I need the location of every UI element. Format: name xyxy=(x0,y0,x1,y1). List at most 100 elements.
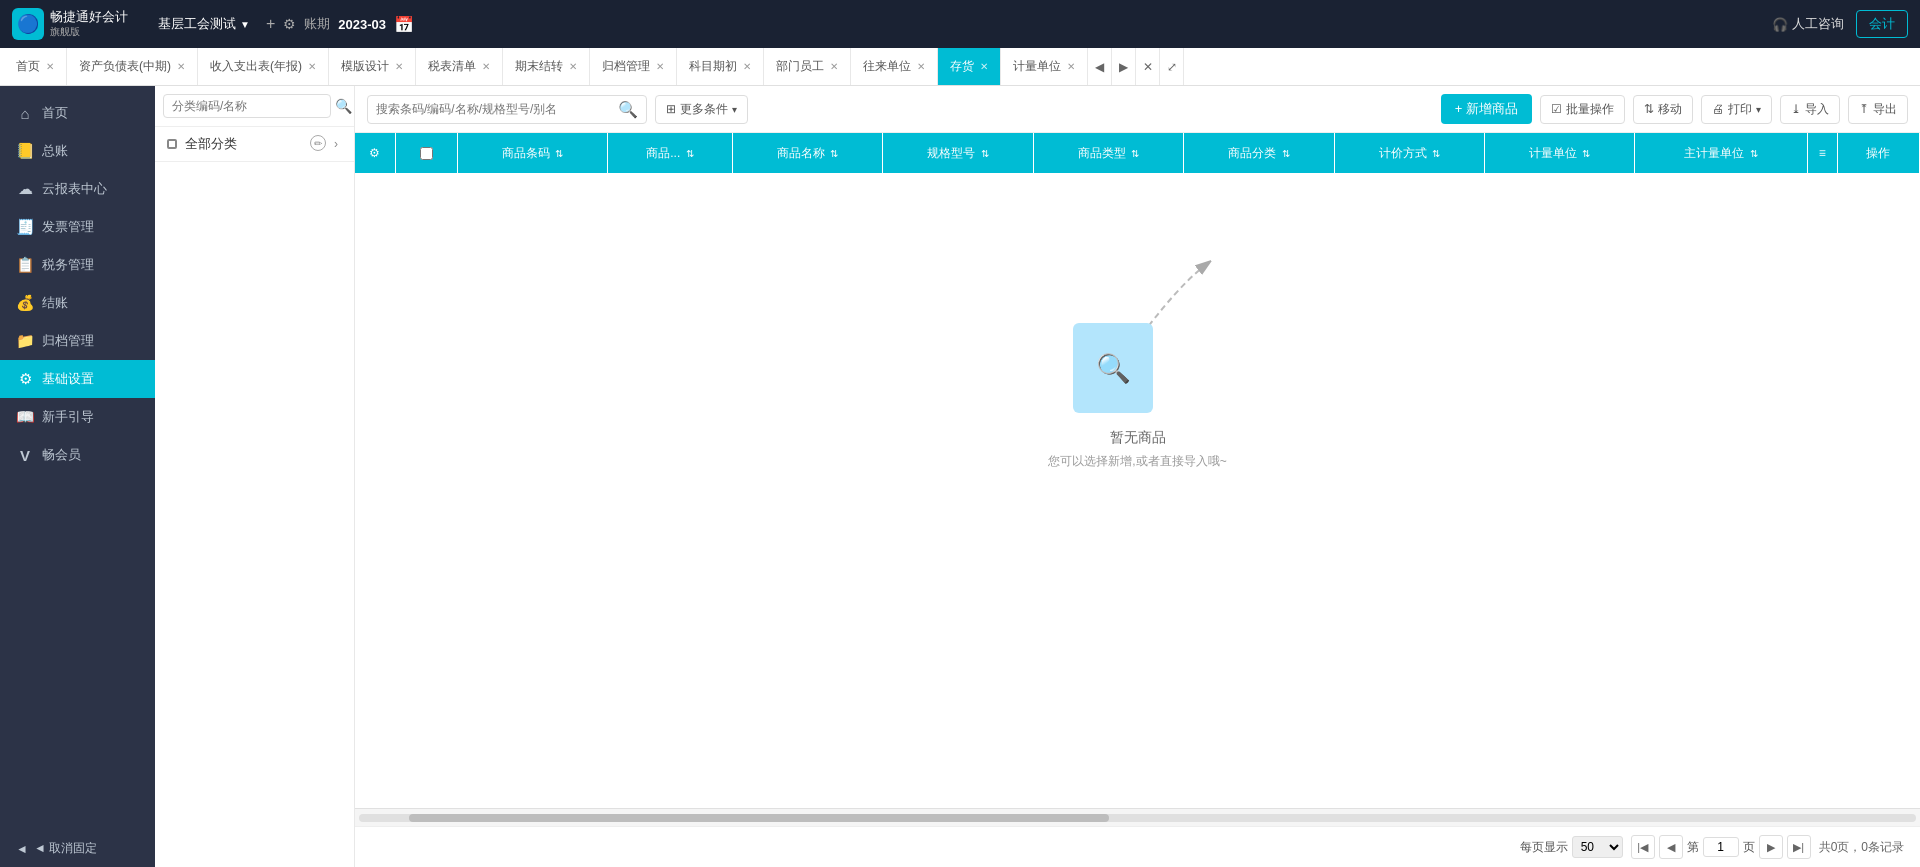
settings-icon: ⚙ xyxy=(16,370,34,388)
tab-income-close[interactable]: ✕ xyxy=(308,61,316,72)
th-name[interactable]: 商品名称 ⇅ xyxy=(732,133,882,173)
sort-icon[interactable]: ⇅ xyxy=(1582,148,1590,159)
sort-icon[interactable]: ⇅ xyxy=(1432,148,1440,159)
product-search-icon[interactable]: 🔍 xyxy=(618,100,638,119)
tab-inventory-label: 存货 xyxy=(950,58,974,75)
th-barcode[interactable]: 商品条码 ⇅ xyxy=(457,133,607,173)
th-type[interactable]: 商品类型 ⇅ xyxy=(1033,133,1183,173)
tab-expand-btn[interactable]: ⤢ xyxy=(1160,48,1184,86)
tab-inventory-close[interactable]: ✕ xyxy=(980,61,988,72)
account-button[interactable]: 会计 xyxy=(1856,10,1908,38)
tab-unit-close[interactable]: ✕ xyxy=(1067,61,1075,72)
tab-archive-close[interactable]: ✕ xyxy=(656,61,664,72)
category-search-input[interactable] xyxy=(163,94,331,118)
th-checkbox[interactable] xyxy=(395,133,457,173)
sidebar-item-archive-label: 归档管理 xyxy=(42,332,94,350)
tab-dept-close[interactable]: ✕ xyxy=(830,61,838,72)
sidebar-item-member[interactable]: V 畅会员 xyxy=(0,436,155,474)
page-number-input[interactable] xyxy=(1703,837,1739,857)
next-page-btn[interactable]: ▶ xyxy=(1759,835,1783,859)
th-gear[interactable]: ⚙ xyxy=(355,133,395,173)
tab-contacts-close[interactable]: ✕ xyxy=(917,61,925,72)
tab-income-expense[interactable]: 收入支出表(年报) ✕ xyxy=(198,48,329,86)
product-search-input[interactable] xyxy=(376,102,614,116)
th-main-unit[interactable]: 主计量单位 ⇅ xyxy=(1635,133,1807,173)
th-category[interactable]: 商品分类 ⇅ xyxy=(1184,133,1334,173)
print-label: 打印 xyxy=(1728,101,1752,118)
sort-icon[interactable]: ⇅ xyxy=(686,148,694,159)
th-price-method[interactable]: 计价方式 ⇅ xyxy=(1334,133,1484,173)
prev-page-btn[interactable]: ◀ xyxy=(1659,835,1683,859)
app-name: 畅捷通好会计 xyxy=(50,9,128,25)
add-icon[interactable]: + xyxy=(266,15,275,33)
sort-icon[interactable]: ⇅ xyxy=(1750,148,1758,159)
sort-icon[interactable]: ⇅ xyxy=(981,148,989,159)
tab-home[interactable]: 首页 ✕ xyxy=(4,48,67,86)
tab-period-close[interactable]: ✕ xyxy=(569,61,577,72)
tab-next-btn[interactable]: ▶ xyxy=(1112,48,1136,86)
tab-tax-close[interactable]: ✕ xyxy=(482,61,490,72)
tab-inventory[interactable]: 存货 ✕ xyxy=(938,48,1001,86)
tab-balance-close[interactable]: ✕ xyxy=(177,61,185,72)
scrollbar-thumb[interactable] xyxy=(409,814,1109,822)
tab-prev-btn[interactable]: ◀ xyxy=(1088,48,1112,86)
batch-btn[interactable]: ☑ 批量操作 xyxy=(1540,95,1625,124)
sidebar-item-checkout[interactable]: 💰 结账 xyxy=(0,284,155,322)
sort-icon[interactable]: ⇅ xyxy=(555,148,563,159)
tab-home-close[interactable]: ✕ xyxy=(46,61,54,72)
tab-archive[interactable]: 归档管理 ✕ xyxy=(590,48,677,86)
sidebar-unpin-btn[interactable]: ◄ ◄ 取消固定 xyxy=(0,830,155,867)
sidebar-item-guide[interactable]: 📖 新手引导 xyxy=(0,398,155,436)
export-btn[interactable]: ⤒ 导出 xyxy=(1848,95,1908,124)
tab-dept-staff[interactable]: 部门员工 ✕ xyxy=(764,48,851,86)
th-unit[interactable]: 计量单位 ⇅ xyxy=(1485,133,1635,173)
horizontal-scrollbar[interactable] xyxy=(355,808,1920,826)
move-btn[interactable]: ⇅ 移动 xyxy=(1633,95,1693,124)
th-extra[interactable]: ≡ xyxy=(1807,133,1837,173)
add-product-btn[interactable]: + 新增商品 xyxy=(1441,94,1532,124)
settings-icon[interactable]: ⚙ xyxy=(283,16,296,32)
tab-balance-sheet[interactable]: 资产负债表(中期) ✕ xyxy=(67,48,198,86)
tab-contacts[interactable]: 往来单位 ✕ xyxy=(851,48,938,86)
category-search-icon[interactable]: 🔍 xyxy=(335,98,352,114)
sidebar-item-tax[interactable]: 📋 税务管理 xyxy=(0,246,155,284)
tab-subject-init[interactable]: 科目期初 ✕ xyxy=(677,48,764,86)
app-logo-icon: 🔵 xyxy=(12,8,44,40)
export-label: 导出 xyxy=(1873,101,1897,118)
calendar-icon[interactable]: 📅 xyxy=(394,15,414,34)
import-btn[interactable]: ⤓ 导入 xyxy=(1780,95,1840,124)
page-size-dropdown[interactable]: 50 100 200 xyxy=(1572,836,1623,858)
sort-icon[interactable]: ⇅ xyxy=(1282,148,1290,159)
category-arrow-icon[interactable]: › xyxy=(330,135,342,153)
category-all[interactable]: 全部分类 ✏ › xyxy=(155,127,354,162)
chevron-down-icon: ▼ xyxy=(240,19,250,30)
sidebar-item-cloud-report[interactable]: ☁ 云报表中心 xyxy=(0,170,155,208)
tab-close-btn[interactable]: ✕ xyxy=(1136,48,1160,86)
th-spec[interactable]: 规格型号 ⇅ xyxy=(883,133,1033,173)
tab-subject-close[interactable]: ✕ xyxy=(743,61,751,72)
tab-tax-list[interactable]: 税表清单 ✕ xyxy=(416,48,503,86)
filter-btn[interactable]: ⊞ 更多条件 ▾ xyxy=(655,95,748,124)
sort-icon[interactable]: ⇅ xyxy=(1131,148,1139,159)
last-page-btn[interactable]: ▶| xyxy=(1787,835,1811,859)
account-label: 会计 xyxy=(1869,16,1895,31)
sort-icon[interactable]: ⇅ xyxy=(830,148,838,159)
tab-income-expense-label: 收入支出表(年报) xyxy=(210,58,302,75)
first-page-btn[interactable]: |◀ xyxy=(1631,835,1655,859)
category-edit-icon[interactable]: ✏ xyxy=(310,135,326,151)
sidebar-item-ledger[interactable]: 📒 总账 xyxy=(0,132,155,170)
sidebar-item-home[interactable]: ⌂ 首页 xyxy=(0,94,155,132)
th-code[interactable]: 商品... ⇅ xyxy=(608,133,733,173)
print-btn[interactable]: 🖨 打印 ▾ xyxy=(1701,95,1772,124)
tab-period-carry[interactable]: 期末结转 ✕ xyxy=(503,48,590,86)
tab-template-design[interactable]: 模版设计 ✕ xyxy=(329,48,416,86)
select-all-checkbox[interactable] xyxy=(420,147,433,160)
period-value[interactable]: 2023-03 xyxy=(338,17,386,32)
sidebar-item-archive[interactable]: 📁 归档管理 xyxy=(0,322,155,360)
company-selector[interactable]: 基层工会测试 ▼ xyxy=(150,11,258,37)
tab-unit[interactable]: 计量单位 ✕ xyxy=(1001,48,1088,86)
tab-template-close[interactable]: ✕ xyxy=(395,61,403,72)
sidebar-item-invoice[interactable]: 🧾 发票管理 xyxy=(0,208,155,246)
sidebar-item-settings[interactable]: ⚙ 基础设置 xyxy=(0,360,155,398)
help-button[interactable]: 🎧 人工咨询 xyxy=(1772,15,1844,33)
